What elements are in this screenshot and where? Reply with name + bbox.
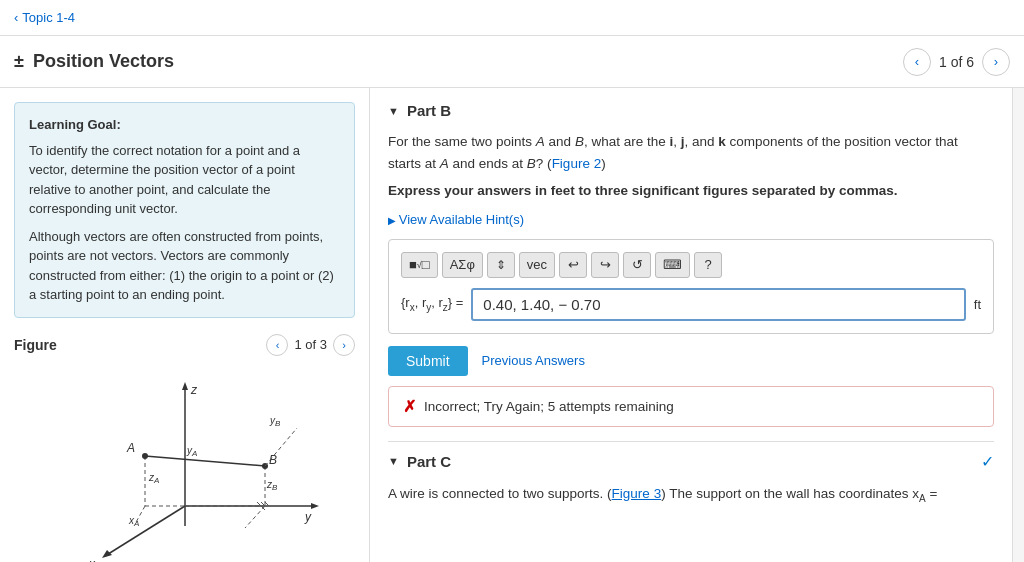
next-page-button[interactable]: › — [982, 48, 1010, 76]
svg-text:x: x — [88, 557, 96, 563]
prev-page-button[interactable]: ‹ — [903, 48, 931, 76]
toolbar-undo-button[interactable]: ↩ — [559, 252, 587, 278]
part-c-label: Part C — [407, 453, 451, 470]
right-panel: ▼ Part B For the same two points A and B… — [370, 88, 1012, 562]
figure-area: z y x A zA — [14, 366, 355, 563]
toolbar-arrows-button[interactable]: ⇕ — [487, 252, 515, 278]
page-indicator: 1 of 6 — [939, 54, 974, 70]
toolbar-vec-button[interactable]: vec — [519, 252, 555, 278]
error-box: ✗ Incorrect; Try Again; 5 attempts remai… — [388, 386, 994, 427]
part-c-header: ▼ Part C ✓ — [388, 452, 994, 471]
back-link[interactable]: Topic 1-4 — [22, 10, 75, 25]
figure-prev-button[interactable]: ‹ — [266, 334, 288, 356]
previous-answers-link[interactable]: Previous Answers — [482, 353, 585, 368]
svg-text:A: A — [126, 441, 135, 455]
pagination: ‹ 1 of 6 › — [903, 48, 1010, 76]
input-label: {rx, ry, rz} = — [401, 295, 463, 313]
figure-next-button[interactable]: › — [333, 334, 355, 356]
toolbar-greek-button[interactable]: ΑΣφ — [442, 252, 483, 278]
part-b-toggle[interactable]: ▼ — [388, 105, 399, 117]
toolbar-redo-button[interactable]: ↪ — [591, 252, 619, 278]
toolbar-help-button[interactable]: ? — [694, 252, 722, 278]
actions-row: Submit Previous Answers — [388, 346, 994, 376]
bold-instruction: Express your answers in feet to three si… — [388, 180, 994, 202]
part-b-body: For the same two points A and B, what ar… — [388, 131, 994, 202]
unit-label: ft — [974, 297, 981, 312]
divider — [388, 441, 994, 442]
learning-goal-p1: To identify the correct notation for a p… — [29, 141, 340, 219]
toolbar-keyboard-button[interactable]: ⌨ — [655, 252, 690, 278]
answer-input[interactable] — [471, 288, 965, 321]
title-bar: ± Position Vectors ‹ 1 of 6 › — [0, 36, 1024, 88]
check-icon: ✓ — [981, 452, 994, 471]
answer-area: ■√□ ΑΣφ ⇕ vec ↩ ↪ ↺ ⌨ ? {rx, ry, rz} = f… — [388, 239, 994, 334]
error-message: Incorrect; Try Again; 5 attempts remaini… — [424, 399, 674, 414]
part-c-text: A wire is connected to two supports. (Fi… — [388, 486, 937, 501]
page-title: ± Position Vectors — [14, 51, 174, 72]
part-b-header: ▼ Part B — [388, 102, 994, 119]
figure-title: Figure — [14, 337, 57, 353]
toolbar-matrix-button[interactable]: ■√□ — [401, 252, 438, 278]
input-row: {rx, ry, rz} = ft — [401, 288, 981, 321]
toolbar: ■√□ ΑΣφ ⇕ vec ↩ ↪ ↺ ⌨ ? — [401, 252, 981, 278]
figure-page-indicator: 1 of 3 — [294, 337, 327, 352]
top-nav: ‹ Topic 1-4 — [0, 0, 1024, 36]
error-icon: ✗ — [403, 397, 416, 416]
learning-goal-p2: Although vectors are often constructed f… — [29, 227, 340, 305]
learning-goal-title: Learning Goal: — [29, 115, 340, 135]
back-chevron-icon: ‹ — [14, 10, 18, 25]
figure-header: Figure ‹ 1 of 3 › — [14, 334, 355, 356]
part-c-toggle[interactable]: ▼ — [388, 455, 399, 467]
part-b-label: Part B — [407, 102, 451, 119]
part-c-body: A wire is connected to two supports. (Fi… — [388, 483, 994, 507]
submit-button[interactable]: Submit — [388, 346, 468, 376]
svg-text:z: z — [190, 383, 198, 397]
pm-symbol: ± — [14, 51, 24, 71]
right-scrollbar[interactable] — [1012, 88, 1024, 562]
left-panel: Learning Goal: To identify the correct n… — [0, 88, 370, 562]
part-b-text: For the same two points A and B, what ar… — [388, 134, 958, 171]
figure2-link[interactable]: Figure 2 — [552, 156, 602, 171]
learning-goal-box: Learning Goal: To identify the correct n… — [14, 102, 355, 318]
figure-pagination: ‹ 1 of 3 › — [266, 334, 355, 356]
hint-link[interactable]: View Available Hint(s) — [388, 212, 994, 227]
main-content: Learning Goal: To identify the correct n… — [0, 88, 1024, 562]
figure3-link[interactable]: Figure 3 — [612, 486, 662, 501]
figure-svg: z y x A zA — [45, 376, 325, 563]
svg-text:y: y — [304, 510, 312, 524]
toolbar-reset-button[interactable]: ↺ — [623, 252, 651, 278]
